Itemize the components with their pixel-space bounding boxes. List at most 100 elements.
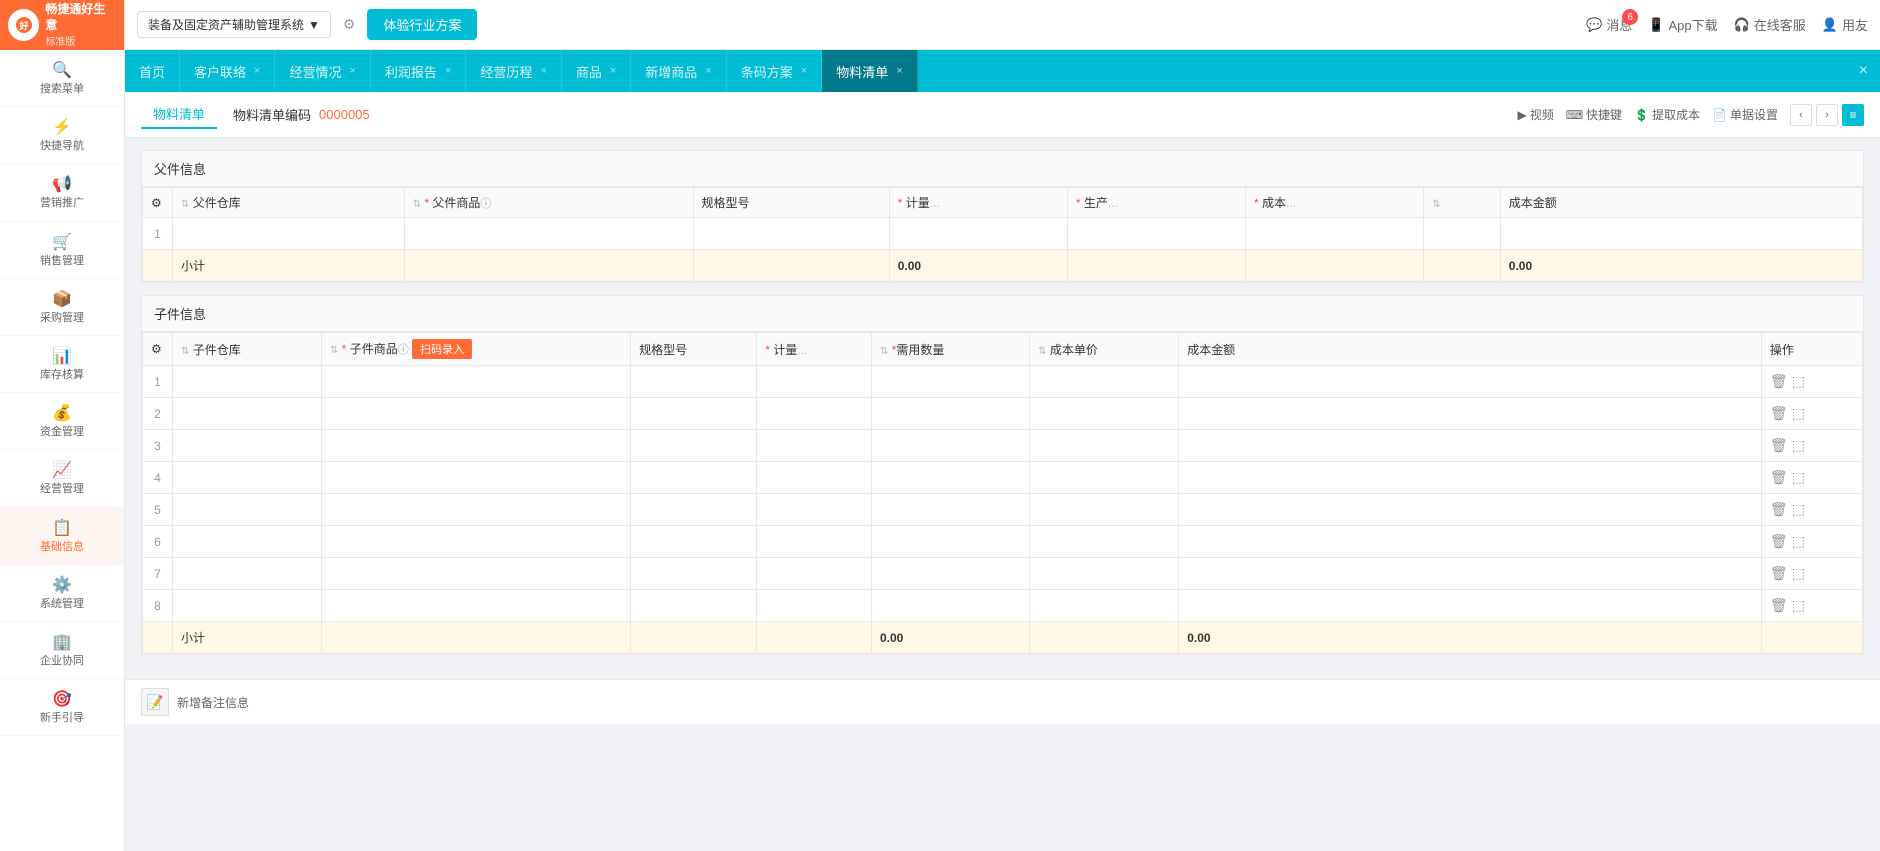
child-unit-cost-6[interactable] [1030,526,1179,558]
tab-business[interactable]: 经营情况× [275,50,370,92]
parent-goods-1[interactable] [404,218,693,250]
message-item[interactable]: 💬 消息 6 [1586,15,1632,34]
close-history-tab[interactable]: × [540,65,546,77]
extract-cost-btn[interactable]: 💲 提取成本 [1634,106,1700,123]
delete-icon-4[interactable]: 🗑 [1770,469,1788,486]
sidebar-item-inventory[interactable]: 📊 库存核算 [0,336,124,393]
child-qty-8[interactable] [872,590,1030,622]
system-selector[interactable]: 装备及固定资产辅助管理系统 ▼ [137,11,331,38]
child-spec-3[interactable] [631,430,757,462]
child-spec-7[interactable] [631,558,757,590]
child-unit-5[interactable] [757,494,872,526]
child-unit-1[interactable] [757,366,872,398]
child-unit-6[interactable] [757,526,872,558]
child-warehouse-2[interactable] [173,398,322,430]
child-goods-2[interactable] [322,398,631,430]
child-qty-1[interactable] [872,366,1030,398]
child-warehouse-4[interactable] [173,462,322,494]
child-unit-3[interactable] [757,430,872,462]
tab-barcode[interactable]: 条码方案× [727,50,822,92]
copy-icon-5[interactable]: ⬚ [1792,501,1805,518]
close-business-tab[interactable]: × [349,65,355,77]
copy-icon-8[interactable]: ⬚ [1792,597,1805,614]
child-unit-2[interactable] [757,398,872,430]
delete-icon-1[interactable]: 🗑 [1770,373,1788,390]
child-qty-2[interactable] [872,398,1030,430]
close-goods-tab[interactable]: × [610,65,616,77]
child-goods-1[interactable] [322,366,631,398]
child-sort4[interactable]: ⇅ [1038,346,1046,357]
child-spec-2[interactable] [631,398,757,430]
tab-new-goods[interactable]: 新增商品× [631,50,726,92]
delete-icon-8[interactable]: 🗑 [1770,597,1788,614]
child-unit-cost-8[interactable] [1030,590,1179,622]
close-barcode-tab[interactable]: × [801,65,807,77]
tab-profit[interactable]: 利润报告× [371,50,466,92]
prev-btn[interactable]: ‹ [1790,104,1812,126]
child-spec-5[interactable] [631,494,757,526]
child-warehouse-3[interactable] [173,430,322,462]
add-note-icon[interactable]: 📝 [141,688,169,716]
next-btn[interactable]: › [1816,104,1838,126]
copy-icon-4[interactable]: ⬚ [1792,469,1805,486]
tab-home[interactable]: 首页 [125,50,180,92]
child-warehouse-1[interactable] [173,366,322,398]
close-profit-tab[interactable]: × [445,65,451,77]
child-qty-7[interactable] [872,558,1030,590]
app-item[interactable]: 📱 App下载 [1648,15,1717,34]
delete-icon-6[interactable]: 🗑 [1770,533,1788,550]
parent-unit-1[interactable] [889,218,1067,250]
child-warehouse-5[interactable] [173,494,322,526]
sidebar-item-search[interactable]: 🔍 搜索菜单 [0,50,124,107]
child-unit-7[interactable] [757,558,872,590]
delete-icon-2[interactable]: 🗑 [1770,405,1788,422]
sidebar-item-marketing[interactable]: 📢 营销推广 [0,164,124,221]
delete-icon-5[interactable]: 🗑 [1770,501,1788,518]
child-warehouse-8[interactable] [173,590,322,622]
child-qty-6[interactable] [872,526,1030,558]
child-unit-cost-7[interactable] [1030,558,1179,590]
child-sort1[interactable]: ⇅ [181,346,189,357]
single-settings-btn[interactable]: 📄 单据设置 [1712,106,1778,123]
close-new-goods-tab[interactable]: × [705,65,711,77]
child-unit-cost-1[interactable] [1030,366,1179,398]
sidebar-item-basic[interactable]: 📋 基础信息 [0,508,124,565]
copy-icon-1[interactable]: ⬚ [1792,373,1805,390]
settings-icon[interactable]: ⚙ [343,16,356,33]
child-spec-1[interactable] [631,366,757,398]
close-customer-tab[interactable]: × [254,65,260,77]
parent-cost-1[interactable] [1246,218,1424,250]
child-sort3[interactable]: ⇅ [880,346,888,357]
user-item[interactable]: 👤 用友 [1822,15,1868,34]
sidebar-item-enterprise[interactable]: 🏢 企业协同 [0,622,124,679]
child-spec-6[interactable] [631,526,757,558]
close-bom-tab[interactable]: × [896,65,902,77]
delete-icon-7[interactable]: 🗑 [1770,565,1788,582]
sidebar-item-system[interactable]: ⚙️ 系统管理 [0,565,124,622]
child-goods-4[interactable] [322,462,631,494]
tab-bom[interactable]: 物料清单× [822,50,917,92]
sidebar-item-quick-nav[interactable]: ⚡ 快捷导航 [0,107,124,164]
child-goods-7[interactable] [322,558,631,590]
page-tab-bom-list[interactable]: 物料清单 [141,100,217,129]
child-col-settings[interactable]: ⚙ [143,333,173,366]
child-goods-6[interactable] [322,526,631,558]
child-goods-8[interactable] [322,590,631,622]
child-goods-3[interactable] [322,430,631,462]
child-qty-4[interactable] [872,462,1030,494]
sidebar-item-finance[interactable]: 💰 资金管理 [0,393,124,450]
support-item[interactable]: 🎧 在线客服 [1734,15,1806,34]
child-goods-5[interactable] [322,494,631,526]
grid-view-btn[interactable]: ≡ [1842,104,1864,126]
child-warehouse-7[interactable] [173,558,322,590]
copy-icon-6[interactable]: ⬚ [1792,533,1805,550]
sort-icon3[interactable]: ⇅ [1432,199,1440,210]
child-spec-8[interactable] [631,590,757,622]
parent-spec-1[interactable] [693,218,889,250]
sidebar-item-guide[interactable]: 🎯 新手引导 [0,679,124,736]
sort-icon[interactable]: ⇅ [181,199,189,210]
shortcut-btn[interactable]: ⌨ 快捷键 [1566,106,1622,123]
sidebar-item-ops[interactable]: 📈 经营管理 [0,450,124,507]
child-unit-cost-3[interactable] [1030,430,1179,462]
child-qty-3[interactable] [872,430,1030,462]
